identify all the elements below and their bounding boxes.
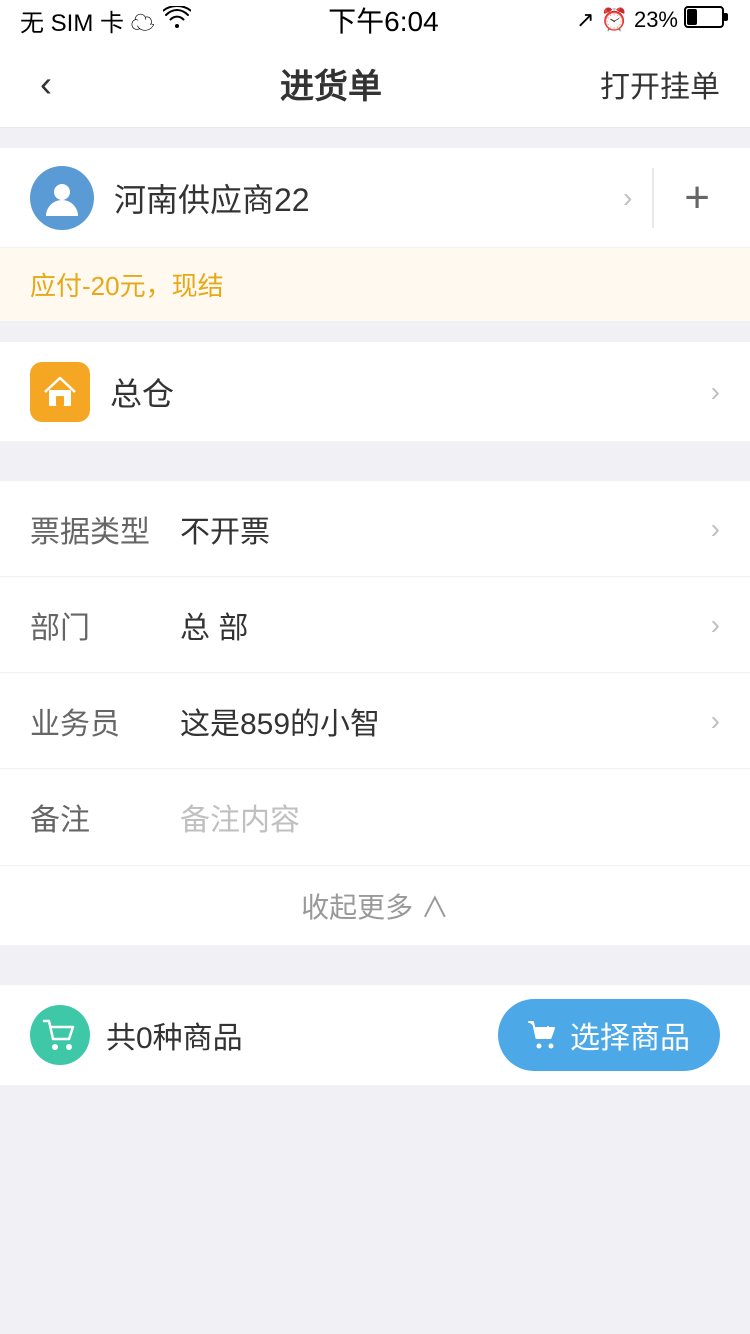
remark-input[interactable]: 备注内容 <box>170 795 720 839</box>
nav-bar: ‹ 进货单 打开挂单 <box>0 40 750 128</box>
warehouse-row[interactable]: 总仓 › <box>0 341 750 441</box>
remark-label: 备注 <box>30 795 170 839</box>
supplier-name: 河南供应商22 <box>114 175 623 221</box>
dept-value: 总 部 <box>170 603 711 647</box>
sim-label: 无 SIM 卡 ☁ <box>20 3 155 38</box>
product-count: 共0种商品 <box>106 1013 243 1057</box>
dept-row[interactable]: 部门 总 部 › <box>0 577 750 673</box>
gap-3 <box>0 441 750 461</box>
status-right: ↗ ⏰ 23% <box>576 6 730 34</box>
dept-label: 部门 <box>30 603 170 647</box>
select-goods-label: 选择商品 <box>570 1013 690 1057</box>
back-button[interactable]: ‹ <box>30 53 62 115</box>
invoice-value: 不开票 <box>170 507 711 551</box>
sales-row[interactable]: 业务员 这是859的小智 › <box>0 673 750 769</box>
dept-chevron-icon: › <box>711 609 720 641</box>
supplier-divider <box>652 168 654 228</box>
battery-label: 23% <box>634 7 678 33</box>
warehouse-icon <box>30 362 90 422</box>
open-pending-button[interactable]: 打开挂单 <box>600 62 720 106</box>
page-title: 进货单 <box>280 59 382 108</box>
gap-1 <box>0 128 750 148</box>
gap-2 <box>0 321 750 341</box>
status-time: 下午6:04 <box>328 0 439 40</box>
form-section: 票据类型 不开票 › 部门 总 部 › 业务员 这是859的小智 › 备注 备注… <box>0 481 750 865</box>
sales-label: 业务员 <box>30 699 170 743</box>
remark-row[interactable]: 备注 备注内容 <box>0 769 750 865</box>
gap-4 <box>0 945 750 965</box>
supplier-avatar <box>30 166 94 230</box>
supplier-section: 河南供应商22 › + 应付-20元，现结 <box>0 148 750 321</box>
notice-bar: 应付-20元，现结 <box>0 248 750 321</box>
status-bar: 无 SIM 卡 ☁ 下午6:04 ↗ ⏰ 23% <box>0 0 750 40</box>
battery-icon <box>684 6 730 34</box>
notice-text: 应付-20元，现结 <box>30 271 224 301</box>
location-icon: ↗ <box>576 7 594 33</box>
warehouse-chevron-icon: › <box>711 376 720 408</box>
select-goods-button[interactable]: 选择商品 <box>498 999 720 1071</box>
invoice-row[interactable]: 票据类型 不开票 › <box>0 481 750 577</box>
collapse-text: 收起更多 ∧ <box>301 886 449 926</box>
add-supplier-button[interactable]: + <box>674 176 720 220</box>
wifi-icon <box>163 6 191 35</box>
sales-chevron-icon: › <box>711 705 720 737</box>
alarm-icon: ⏰ <box>601 7 628 33</box>
invoice-chevron-icon: › <box>711 513 720 545</box>
cart-icon <box>30 1005 90 1065</box>
collapse-bar[interactable]: 收起更多 ∧ <box>0 865 750 945</box>
bottom-bar: 共0种商品 选择商品 <box>0 985 750 1085</box>
supplier-row[interactable]: 河南供应商22 › + <box>0 148 750 248</box>
sales-value: 这是859的小智 <box>170 699 711 743</box>
warehouse-name: 总仓 <box>110 369 711 415</box>
product-info: 共0种商品 <box>30 1005 243 1065</box>
status-left: 无 SIM 卡 ☁ <box>20 3 191 38</box>
supplier-chevron-icon: › <box>623 182 632 214</box>
invoice-label: 票据类型 <box>30 507 170 551</box>
